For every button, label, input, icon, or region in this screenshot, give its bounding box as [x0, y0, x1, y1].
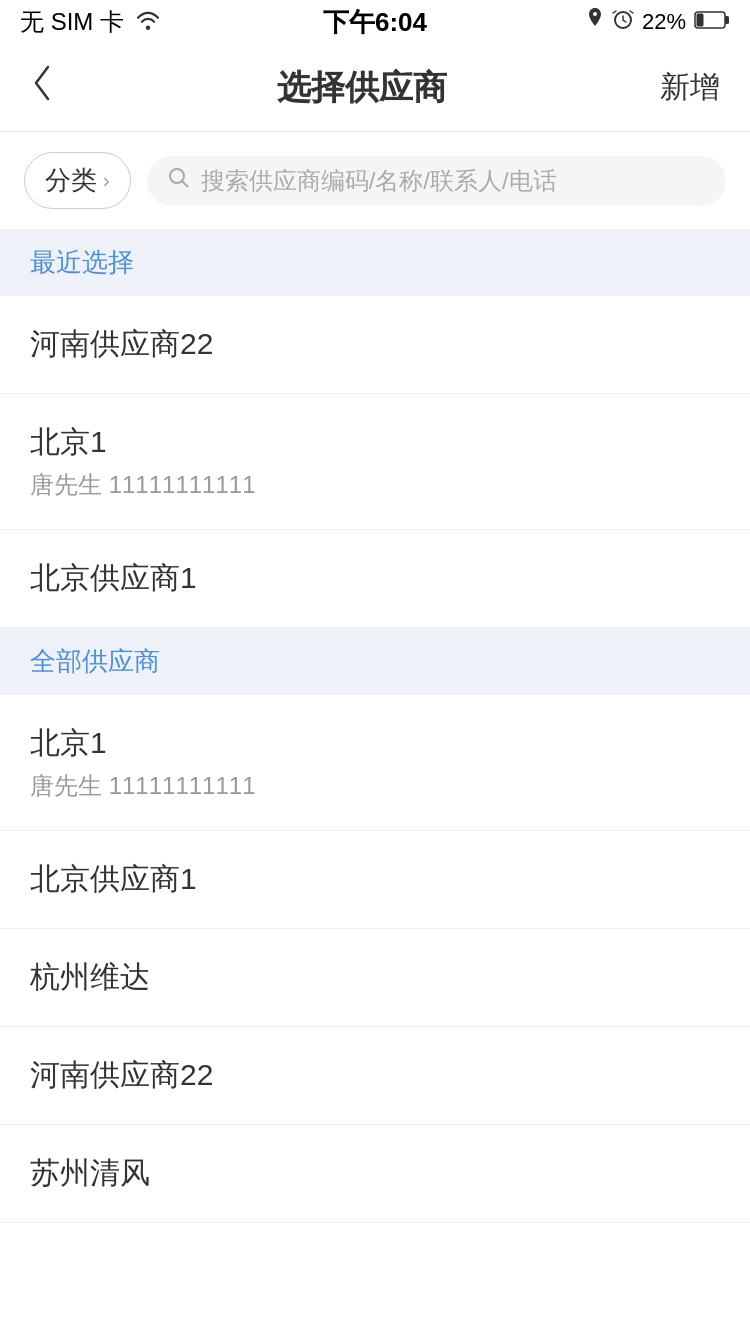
list-item[interactable]: 杭州维达 — [0, 929, 750, 1027]
list-item[interactable]: 北京供应商1 — [0, 831, 750, 929]
list-item[interactable]: 苏州清风 — [0, 1125, 750, 1223]
location-icon — [586, 8, 604, 36]
svg-rect-3 — [697, 14, 704, 27]
search-icon — [167, 166, 191, 196]
item-name: 河南供应商22 — [30, 324, 720, 365]
list-item[interactable]: 北京1 唐先生 11111111111 — [0, 394, 750, 530]
item-contact: 唐先生 11111111111 — [30, 770, 720, 802]
item-name: 北京供应商1 — [30, 859, 720, 900]
item-name: 苏州清风 — [30, 1153, 720, 1194]
category-filter-button[interactable]: 分类 › — [24, 152, 131, 209]
battery-icon — [694, 9, 730, 35]
item-name: 河南供应商22 — [30, 1055, 720, 1096]
search-box — [147, 156, 726, 206]
status-time: 下午6:04 — [323, 5, 427, 40]
filter-bar: 分类 › — [0, 132, 750, 229]
carrier-text: 无 SIM 卡 — [20, 6, 124, 38]
all-section-label: 全部供应商 — [30, 646, 160, 676]
recent-list: 河南供应商22 北京1 唐先生 11111111111 北京供应商1 — [0, 296, 750, 628]
list-item[interactable]: 河南供应商22 — [0, 1027, 750, 1125]
nav-bar: 选择供应商 新增 — [0, 44, 750, 132]
nav-title: 选择供应商 — [277, 65, 447, 111]
list-item[interactable]: 北京1 唐先生 11111111111 — [0, 695, 750, 831]
svg-rect-2 — [725, 16, 729, 24]
recent-section-header: 最近选择 — [0, 229, 750, 296]
item-name: 北京1 — [30, 723, 720, 764]
item-name: 北京供应商1 — [30, 558, 720, 599]
new-action-button[interactable]: 新增 — [660, 67, 720, 108]
back-button[interactable] — [20, 53, 64, 122]
recent-section-label: 最近选择 — [30, 247, 134, 277]
category-label: 分类 — [45, 163, 97, 198]
all-section-header: 全部供应商 — [0, 628, 750, 695]
status-left: 无 SIM 卡 — [20, 6, 162, 38]
wifi-icon — [134, 8, 162, 36]
status-bar: 无 SIM 卡 下午6:04 22% — [0, 0, 750, 44]
chevron-right-icon: › — [103, 169, 110, 192]
item-name: 北京1 — [30, 422, 720, 463]
item-contact: 唐先生 11111111111 — [30, 469, 720, 501]
battery-text: 22% — [642, 9, 686, 35]
item-name: 杭州维达 — [30, 957, 720, 998]
status-right: 22% — [586, 8, 730, 36]
list-item[interactable]: 河南供应商22 — [0, 296, 750, 394]
search-input[interactable] — [201, 167, 706, 195]
list-item[interactable]: 北京供应商1 — [0, 530, 750, 628]
all-list: 北京1 唐先生 11111111111 北京供应商1 杭州维达河南供应商22 苏州清风 — [0, 695, 750, 1223]
alarm-icon — [612, 8, 634, 36]
